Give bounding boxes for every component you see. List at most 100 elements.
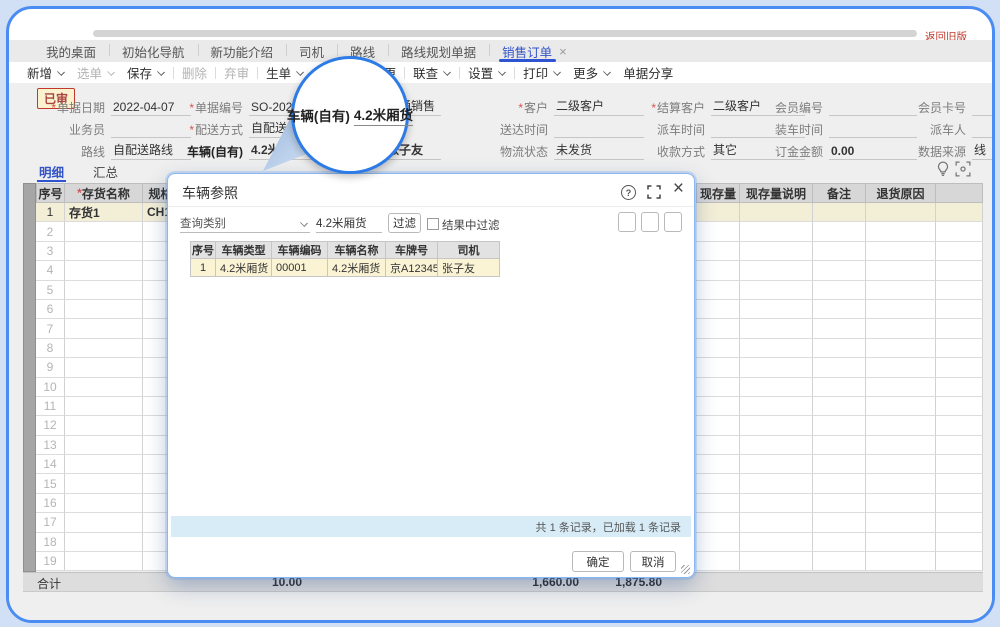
cell[interactable]	[936, 493, 983, 514]
cell[interactable]	[936, 513, 983, 533]
cell[interactable]	[936, 338, 983, 359]
cell[interactable]	[696, 435, 740, 456]
cell[interactable]	[813, 280, 866, 300]
table-row[interactable]	[696, 493, 983, 514]
cell[interactable]	[866, 280, 936, 300]
cell[interactable]	[740, 377, 813, 397]
cancel-button[interactable]: 取消	[630, 551, 676, 572]
toolbar-item[interactable]: 删除	[176, 63, 213, 82]
cell[interactable]	[696, 455, 740, 475]
cell[interactable]	[866, 261, 936, 281]
keyword-input[interactable]: 4.2米厢货	[316, 214, 382, 233]
table-row[interactable]	[696, 474, 983, 494]
inventory-name-cell[interactable]	[65, 261, 143, 281]
tab-detail[interactable]: 明细	[36, 162, 67, 182]
cell[interactable]	[866, 513, 936, 533]
cell[interactable]	[740, 319, 813, 339]
cell[interactable]	[866, 396, 936, 417]
cell[interactable]	[936, 358, 983, 378]
tab[interactable]: 我的桌面	[33, 40, 109, 62]
cell[interactable]	[696, 358, 740, 378]
table-row[interactable]	[696, 222, 983, 242]
cell[interactable]	[813, 377, 866, 397]
toolbar-item[interactable]: 新增	[21, 63, 71, 82]
table-row[interactable]	[696, 532, 983, 553]
inventory-name-cell[interactable]	[65, 222, 143, 242]
inventory-name-cell[interactable]	[65, 455, 143, 475]
inventory-name-cell[interactable]	[65, 493, 143, 514]
toolbar-item[interactable]: 选单	[71, 63, 121, 82]
cell[interactable]	[813, 222, 866, 242]
cell[interactable]	[740, 552, 813, 572]
cell[interactable]	[696, 474, 740, 494]
toolbar-item[interactable]: 弃审	[218, 63, 255, 82]
cell[interactable]	[866, 474, 936, 494]
cell[interactable]	[813, 261, 866, 281]
toolbar-item[interactable]: 联查	[407, 63, 457, 82]
query-category-select[interactable]: 查询类别	[180, 214, 310, 233]
cell[interactable]	[696, 338, 740, 359]
toolbar-item[interactable]: 单据分享	[617, 63, 679, 82]
resize-handle[interactable]	[681, 565, 690, 574]
table-row[interactable]	[696, 396, 983, 417]
tab[interactable]: 路线规划单据	[388, 40, 489, 62]
table-row[interactable]	[696, 338, 983, 359]
cell[interactable]	[813, 493, 866, 514]
cell[interactable]	[866, 455, 936, 475]
inventory-name-cell[interactable]	[65, 532, 143, 553]
cell[interactable]	[813, 241, 866, 262]
table-row[interactable]	[696, 513, 983, 533]
table-row[interactable]	[696, 552, 983, 572]
action-button[interactable]	[664, 212, 682, 232]
cell[interactable]	[936, 203, 983, 223]
cell[interactable]	[696, 280, 740, 300]
cell[interactable]	[936, 377, 983, 397]
cell[interactable]	[740, 532, 813, 553]
cell[interactable]	[936, 299, 983, 320]
cell[interactable]	[740, 338, 813, 359]
cell[interactable]	[740, 513, 813, 533]
table-row[interactable]	[696, 261, 983, 281]
cell[interactable]	[936, 261, 983, 281]
cell[interactable]	[696, 396, 740, 417]
action-button[interactable]	[618, 212, 636, 232]
cell[interactable]	[740, 396, 813, 417]
cell[interactable]	[696, 513, 740, 533]
cell[interactable]	[866, 532, 936, 553]
cell[interactable]	[813, 435, 866, 456]
cell[interactable]	[740, 358, 813, 378]
cell[interactable]	[936, 396, 983, 417]
cell[interactable]	[740, 280, 813, 300]
inventory-name-cell[interactable]	[65, 377, 143, 397]
inventory-name-cell[interactable]	[65, 474, 143, 494]
cell[interactable]	[740, 299, 813, 320]
cell[interactable]	[936, 435, 983, 456]
inventory-name-cell[interactable]	[65, 358, 143, 378]
cell[interactable]	[936, 280, 983, 300]
cell[interactable]	[866, 338, 936, 359]
cell[interactable]	[813, 319, 866, 339]
table-row[interactable]	[696, 377, 983, 397]
cell[interactable]	[696, 241, 740, 262]
cell[interactable]	[866, 416, 936, 436]
cell[interactable]	[740, 241, 813, 262]
filter-button[interactable]: 过滤	[388, 213, 421, 233]
inventory-name-cell[interactable]	[65, 319, 143, 339]
locate-icon[interactable]	[955, 161, 971, 177]
toolbar-item[interactable]: 打印	[517, 63, 567, 82]
cell[interactable]	[740, 493, 813, 514]
cell[interactable]	[866, 241, 936, 262]
cell[interactable]	[813, 416, 866, 436]
cell[interactable]	[936, 416, 983, 436]
cell[interactable]	[696, 222, 740, 242]
cell[interactable]	[813, 532, 866, 553]
inventory-name-cell[interactable]	[65, 552, 143, 572]
filter-in-results-checkbox[interactable]	[427, 218, 439, 230]
cell[interactable]	[740, 435, 813, 456]
inventory-name-cell[interactable]	[65, 513, 143, 533]
tab[interactable]: 新功能介绍	[197, 40, 287, 62]
cell[interactable]	[813, 203, 866, 223]
cell[interactable]	[696, 532, 740, 553]
cell[interactable]	[696, 493, 740, 514]
tab-summary[interactable]: 汇总	[93, 162, 118, 180]
